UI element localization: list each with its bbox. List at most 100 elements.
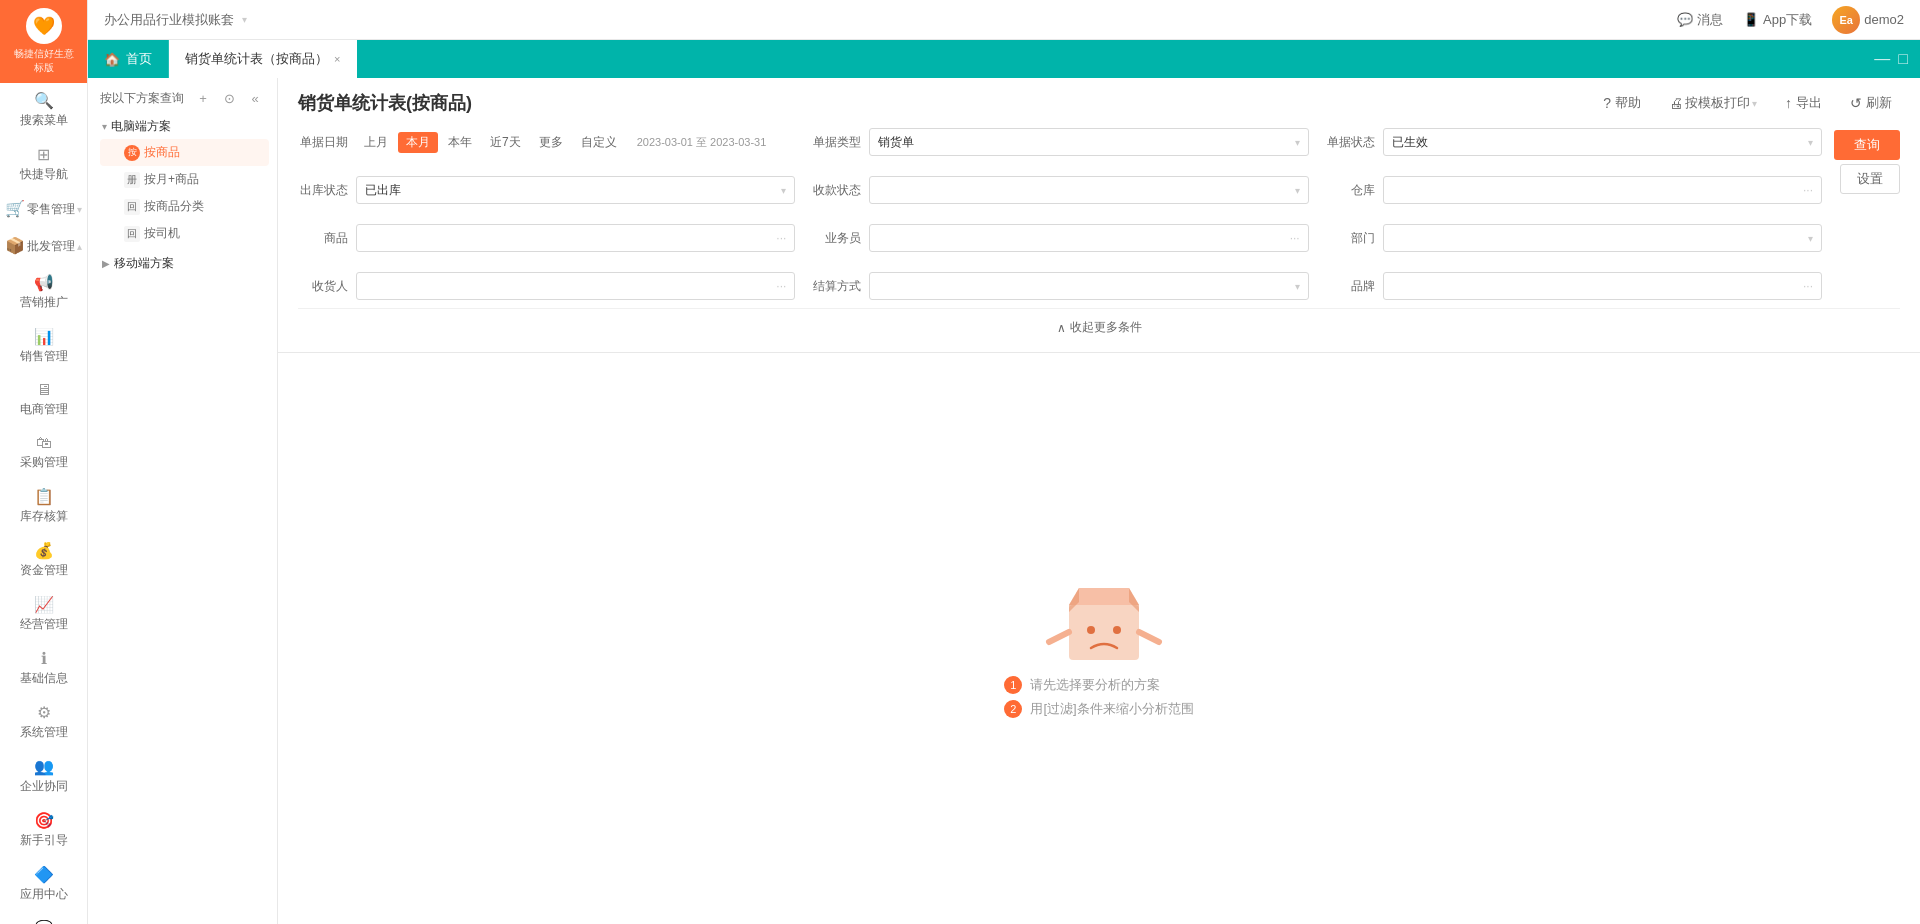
settle-label: 结算方式 (811, 278, 861, 295)
date-btn-7days[interactable]: 近7天 (482, 132, 529, 153)
settings-button[interactable]: 设置 (1840, 164, 1900, 194)
plan-group-desktop-header[interactable]: ▾ 电脑端方案 (96, 114, 269, 139)
user-menu-button[interactable]: Ea demo2 (1832, 6, 1904, 34)
sidebar-item-wechat[interactable]: 💬 企业微信 (0, 911, 87, 924)
sidebar-item-label: 经营管理 (20, 616, 68, 633)
tab-maximize-button[interactable]: □ (1898, 51, 1908, 67)
query-button[interactable]: 查询 (1834, 130, 1900, 160)
date-btn-custom[interactable]: 自定义 (573, 132, 625, 153)
collapse-left-icon: « (251, 91, 258, 106)
tab-home[interactable]: 🏠 首页 (88, 40, 169, 78)
sidebar-item-label: 采购管理 (20, 454, 68, 471)
plan-item-by-month-goods[interactable]: 册 按月+商品 (100, 166, 269, 193)
tab-minimize-button[interactable]: — (1874, 51, 1890, 67)
sidebar-item-finance[interactable]: 💰 资金管理 (0, 533, 87, 587)
collapse-label: 收起更多条件 (1070, 319, 1142, 336)
plan-item-by-driver[interactable]: 回 按司机 (100, 220, 269, 247)
plan-item-by-goods[interactable]: 按 按商品 (100, 139, 269, 166)
sidebar-item-ecommerce[interactable]: 🖥 电商管理 (0, 373, 87, 426)
sidebar-item-retail[interactable]: 🛒 零售管理 ▾ (0, 191, 87, 228)
add-plan-button[interactable]: + (193, 88, 213, 108)
collapse-panel-button[interactable]: « (245, 88, 265, 108)
collapse-filter-button[interactable]: ∧ 收起更多条件 (298, 315, 1900, 340)
plan-item-icon: 回 (124, 226, 140, 242)
sidebar-item-system[interactable]: ⚙ 系统管理 (0, 695, 87, 749)
active-plan-icon: 按 (124, 145, 140, 161)
doc-status-input[interactable]: 已生效 ▾ (1383, 128, 1822, 156)
sidebar-item-label: 库存核算 (20, 508, 68, 525)
tab-close-button[interactable]: × (334, 53, 340, 65)
logo-icon: 🧡 (26, 8, 62, 44)
workspace-selector[interactable]: 办公用品行业模拟账套 ▾ (104, 11, 247, 29)
system-icon: ⚙ (37, 703, 51, 722)
plan-group-mobile-header[interactable]: ▶ 移动端方案 (96, 251, 269, 276)
doc-type-value: 销货单 (878, 134, 914, 151)
retail-icon: 🛒 (5, 199, 25, 218)
sidebar-item-sales[interactable]: 📊 销售管理 (0, 319, 87, 373)
doc-type-input[interactable]: 销货单 ▾ (869, 128, 1308, 156)
sidebar-item-business[interactable]: 📈 经营管理 (0, 587, 87, 641)
sidebar-item-wholesale[interactable]: 📦 批发管理 ▴ (0, 228, 87, 265)
date-filter: 上月 本月 本年 近7天 更多 自定义 2023-03-01 至 2023-03… (356, 132, 766, 153)
workspace-label: 办公用品行业模拟账套 (104, 11, 234, 29)
salesman-input[interactable]: ··· (869, 224, 1308, 252)
ellipsis-icon: ··· (776, 231, 786, 245)
receive-status-input[interactable]: ▾ (869, 176, 1308, 204)
print-dropdown-icon: ▾ (1752, 98, 1757, 109)
refresh-button[interactable]: ↺ 刷新 (1842, 90, 1900, 116)
ecommerce-icon: 🖥 (36, 381, 52, 399)
sidebar-item-purchase[interactable]: 🛍 采购管理 (0, 426, 87, 479)
refresh-icon: ↺ (1850, 95, 1862, 111)
salesman-label: 业务员 (811, 230, 861, 247)
sidebar-item-search[interactable]: 🔍 搜索菜单 (0, 83, 87, 137)
brand-input[interactable]: ··· (1383, 272, 1822, 300)
message-button[interactable]: 💬 消息 (1677, 11, 1723, 29)
svg-point-5 (1113, 626, 1121, 634)
sidebar-item-marketing[interactable]: 📢 营销推广 (0, 265, 87, 319)
download-icon: 📱 (1743, 12, 1759, 27)
sidebar-item-basic[interactable]: ℹ 基础信息 (0, 641, 87, 695)
out-status-value: 已出库 (365, 182, 401, 199)
receiver-label: 收货人 (298, 278, 348, 295)
export-button[interactable]: ↑ 导出 (1777, 90, 1830, 116)
help-button[interactable]: ? 帮助 (1595, 90, 1649, 116)
plan-group-mobile: ▶ 移动端方案 (96, 251, 269, 276)
date-filter-buttons: 上月 本月 本年 近7天 更多 自定义 (356, 132, 625, 153)
print-button[interactable]: 🖨 按模板打印 ▾ (1661, 90, 1765, 116)
app-download-button[interactable]: 📱 App下载 (1743, 11, 1812, 29)
sidebar-item-label: 零售管理 (27, 201, 75, 218)
avatar: Ea (1832, 6, 1860, 34)
plan-item-by-category[interactable]: 回 按商品分类 (100, 193, 269, 220)
receiver-input[interactable]: ··· (356, 272, 795, 300)
empty-state: 1 请先选择要分析的方案 2 用[过滤]条件来缩小分析范围 (278, 353, 1920, 924)
sidebar-item-label: 销售管理 (20, 348, 68, 365)
tab-sales-report[interactable]: 销货单统计表（按商品） × (169, 40, 357, 78)
out-status-input[interactable]: 已出库 ▾ (356, 176, 795, 204)
sidebar-item-apps[interactable]: 🔷 应用中心 (0, 857, 87, 911)
sidebar-item-guide[interactable]: 🎯 新手引导 (0, 803, 87, 857)
sidebar-item-quicknav[interactable]: ⊞ 快捷导航 (0, 137, 87, 191)
settle-input[interactable]: ▾ (869, 272, 1308, 300)
plan-item-label: 按月+商品 (144, 171, 199, 188)
date-btn-this-month[interactable]: 本月 (398, 132, 438, 153)
sidebar-item-label: 应用中心 (20, 886, 68, 903)
plan-group-desktop: ▾ 电脑端方案 按 按商品 册 按月+商品 回 (96, 114, 269, 247)
doc-type-label: 单据类型 (811, 134, 861, 151)
date-btn-last-month[interactable]: 上月 (356, 132, 396, 153)
edit-plan-button[interactable]: ⊙ (219, 88, 239, 108)
warehouse-input[interactable]: ··· (1383, 176, 1822, 204)
sidebar-item-inventory[interactable]: 📋 库存核算 (0, 479, 87, 533)
doc-status-value: 已生效 (1392, 134, 1428, 151)
plan-item-label: 按商品 (144, 144, 180, 161)
date-btn-more[interactable]: 更多 (531, 132, 571, 153)
sidebar-item-corp[interactable]: 👥 企业协同 (0, 749, 87, 803)
goods-input[interactable]: ··· (356, 224, 795, 252)
hint-text-1: 请先选择要分析的方案 (1030, 676, 1160, 694)
department-input[interactable]: ▾ (1383, 224, 1822, 252)
chevron-up-icon: ▴ (77, 241, 82, 252)
search-icon: 🔍 (34, 91, 54, 110)
sidebar-item-label: 系统管理 (20, 724, 68, 741)
app-download-label: App下载 (1763, 11, 1812, 29)
date-btn-this-year[interactable]: 本年 (440, 132, 480, 153)
chevron-down-icon: ▾ (77, 204, 82, 215)
